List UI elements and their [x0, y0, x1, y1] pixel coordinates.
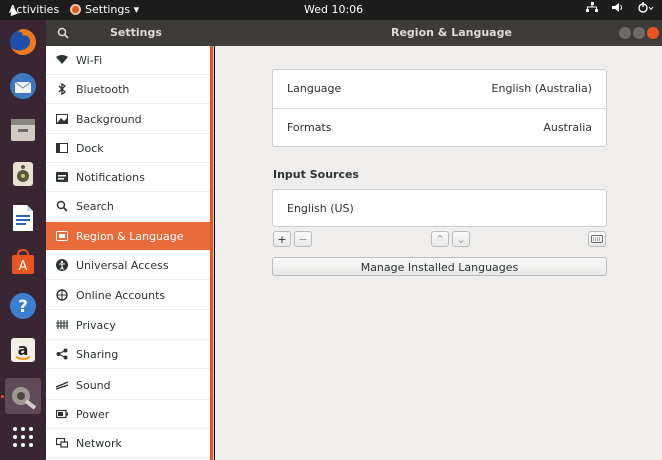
manage-installed-languages-button[interactable]: Manage Installed Languages	[272, 257, 607, 276]
sidebar-item-network[interactable]: Network	[46, 429, 211, 458]
files-icon[interactable]	[5, 112, 41, 148]
close-button[interactable]	[647, 27, 659, 39]
sidebar: Wi-Fi Bluetooth Background Dock Notifica…	[46, 46, 214, 460]
input-sources-title: Input Sources	[273, 168, 359, 181]
search-button[interactable]	[50, 22, 76, 44]
sidebar-item-wifi[interactable]: Wi-Fi	[46, 46, 211, 75]
sidebar-item-bluetooth[interactable]: Bluetooth	[46, 75, 211, 104]
input-sources-card: English (US)	[272, 189, 607, 227]
universal-access-icon	[55, 258, 69, 272]
app-menu-label: Settings ▾	[85, 3, 140, 16]
move-down-button[interactable]: ⌄	[452, 231, 470, 247]
formats-row[interactable]: Formats Australia	[273, 109, 606, 148]
dock: A ? a	[0, 20, 46, 460]
maximize-button[interactable]	[633, 27, 645, 39]
running-indicator	[1, 395, 4, 398]
thunderbird-icon[interactable]	[5, 68, 41, 104]
sidebar-item-label: Universal Access	[76, 258, 169, 272]
sidebar-title: Settings	[110, 26, 162, 39]
app-menu[interactable]: Settings ▾	[70, 3, 139, 16]
background-icon	[55, 112, 69, 126]
help-icon[interactable]: ?	[5, 288, 41, 324]
software-icon[interactable]: A	[5, 244, 41, 280]
sidebar-item-label: Bluetooth	[76, 82, 130, 96]
network-icon	[55, 436, 69, 450]
sidebar-item-online-accounts[interactable]: Online Accounts	[46, 281, 211, 310]
sidebar-item-privacy[interactable]: Privacy	[46, 311, 211, 340]
sidebar-item-label: Sound	[76, 378, 111, 392]
sidebar-item-label: Sharing	[76, 347, 119, 361]
volume-icon[interactable]	[612, 2, 624, 16]
minimize-button[interactable]	[619, 27, 631, 39]
sidebar-item-label: Online Accounts	[76, 288, 166, 302]
language-label: Language	[287, 82, 342, 95]
sidebar-item-label: Power	[76, 407, 110, 421]
input-source-label: English (US)	[287, 202, 354, 215]
sidebar-item-background[interactable]: Background	[46, 105, 211, 134]
sidebar-item-label: Dock	[76, 141, 104, 155]
input-source-row[interactable]: English (US)	[273, 190, 606, 229]
sidebar-item-label: Wi-Fi	[76, 53, 103, 67]
language-value: English (Australia)	[491, 82, 592, 95]
sidebar-item-sharing[interactable]: Sharing	[46, 340, 211, 369]
dock-icon	[55, 141, 69, 155]
amazon-icon[interactable]: a	[5, 332, 41, 368]
keyboard-icon	[591, 235, 603, 243]
page-title: Region & Language	[391, 26, 512, 39]
show-apps-icon[interactable]	[5, 419, 41, 455]
power-icon	[55, 407, 69, 421]
sidebar-item-label: Search	[76, 199, 114, 213]
firefox-icon[interactable]	[5, 24, 41, 60]
svg-text:A: A	[19, 259, 28, 274]
move-up-button[interactable]: ⌃	[431, 231, 449, 247]
keyboard-layout-button[interactable]	[588, 231, 606, 247]
sidebar-item-power[interactable]: Power	[46, 400, 211, 429]
sidebar-item-label: Notifications	[76, 170, 145, 184]
online-accounts-icon	[55, 288, 69, 302]
sidebar-item-label: Network	[76, 436, 122, 450]
formats-label: Formats	[287, 121, 332, 134]
formats-value: Australia	[543, 121, 592, 134]
region-language-panel: Language English (Australia) Formats Aus…	[215, 46, 662, 460]
notifications-icon	[55, 170, 69, 184]
sidebar-item-sound[interactable]: Sound	[46, 371, 211, 400]
sidebar-item-notifications[interactable]: Notifications	[46, 163, 211, 192]
clock[interactable]: Wed 10:06	[304, 3, 363, 16]
search-icon	[55, 199, 69, 213]
svg-text:a: a	[18, 340, 29, 359]
bluetooth-icon	[55, 82, 69, 96]
rhythmbox-icon[interactable]	[5, 156, 41, 192]
sidebar-item-label: Background	[76, 112, 142, 126]
sound-icon	[55, 378, 69, 392]
search-icon	[57, 27, 69, 39]
sidebar-scrollbar[interactable]	[210, 46, 213, 460]
sidebar-item-region-language[interactable]: Region & Language	[46, 222, 211, 251]
privacy-icon	[55, 318, 69, 332]
power-menu-icon[interactable]	[638, 2, 654, 16]
settings-icon[interactable]	[5, 378, 41, 414]
language-row[interactable]: Language English (Australia)	[273, 70, 606, 109]
top-bar: Activities Settings ▾ Wed 10:06	[0, 0, 662, 20]
window-headerbar: Settings Region & Language	[46, 20, 662, 46]
wifi-icon	[55, 53, 69, 67]
add-input-source-button[interactable]: +	[273, 231, 291, 247]
region-icon	[55, 229, 69, 243]
remove-input-source-button[interactable]: −	[294, 231, 312, 247]
sidebar-item-label: Privacy	[76, 318, 116, 332]
language-formats-card: Language English (Australia) Formats Aus…	[272, 69, 607, 147]
network-status-icon[interactable]	[586, 2, 598, 16]
svg-text:?: ?	[18, 297, 28, 317]
sidebar-item-dock[interactable]: Dock	[46, 134, 211, 163]
writer-icon[interactable]	[5, 200, 41, 236]
sidebar-item-search[interactable]: Search	[46, 192, 211, 221]
system-tray[interactable]	[586, 2, 654, 16]
sidebar-item-label: Region & Language	[76, 229, 184, 243]
sidebar-item-universal-access[interactable]: Universal Access	[46, 251, 211, 280]
sharing-icon	[55, 347, 69, 361]
settings-app-icon	[70, 4, 81, 15]
